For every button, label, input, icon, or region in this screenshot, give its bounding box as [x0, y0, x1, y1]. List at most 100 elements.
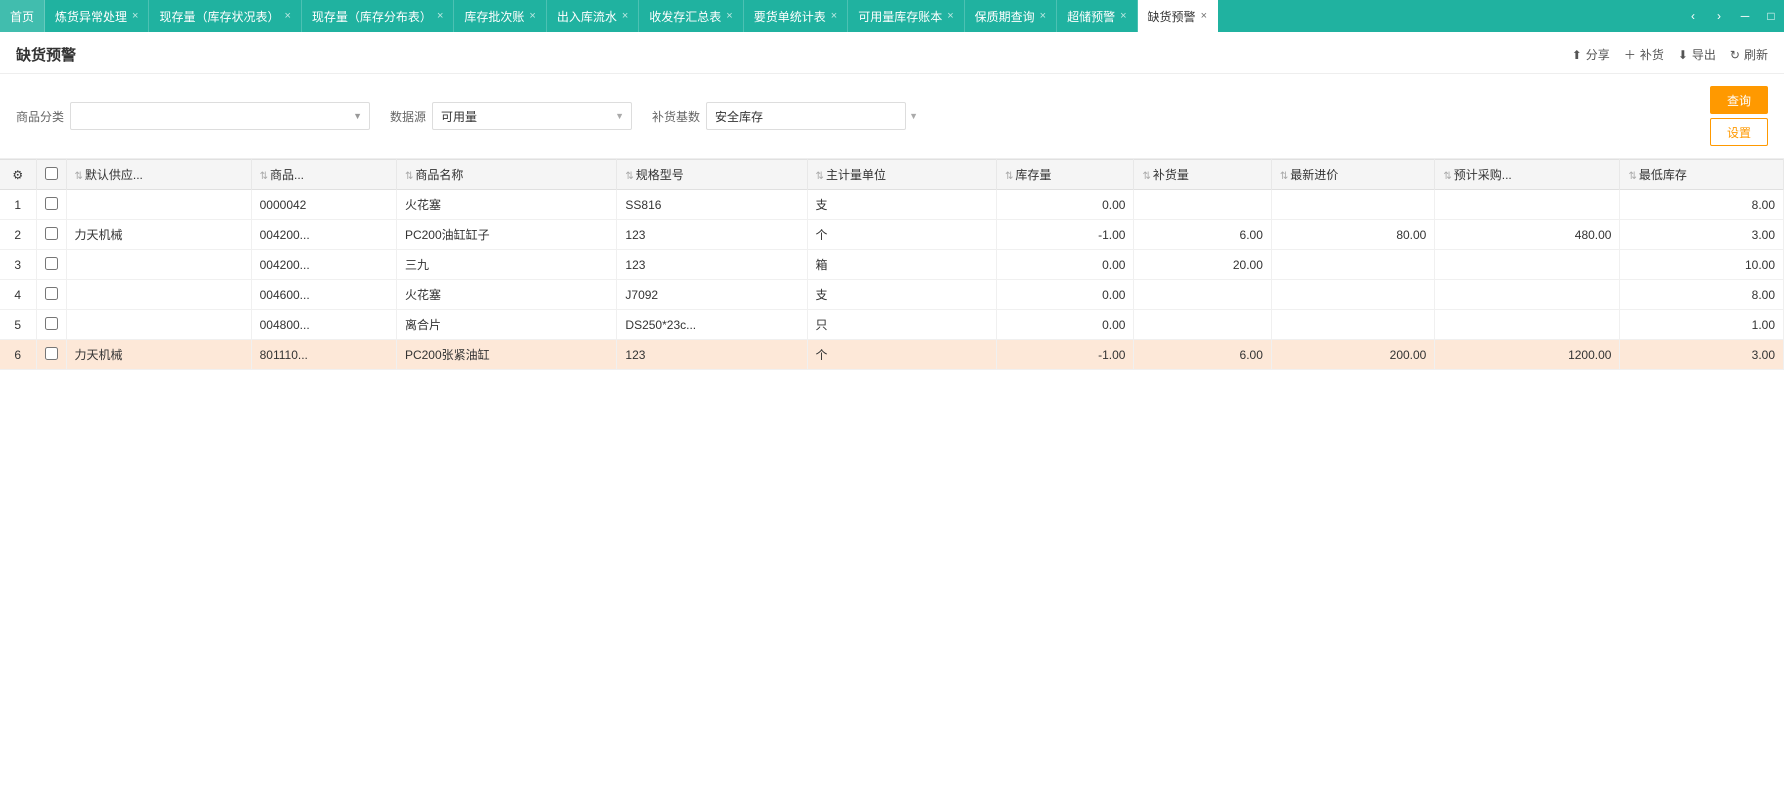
row-checkbox[interactable] [45, 287, 58, 300]
cell-stock: 0.00 [997, 310, 1134, 340]
cell-check [36, 310, 66, 340]
settings-button[interactable]: 设置 [1710, 118, 1768, 146]
cell-code: 0000042 [251, 190, 396, 220]
tab-exception[interactable]: 炼货异常处理× [45, 0, 149, 32]
sort-icon-supplier: ⇅ [75, 171, 83, 182]
tab-close-inventory-dist[interactable]: × [437, 10, 443, 22]
replenish-base-arrow-icon: ▼ [909, 111, 918, 121]
export-action[interactable]: ⬇ 导出 [1678, 46, 1716, 63]
tab-shortage[interactable]: 缺货预警 × [1138, 0, 1218, 32]
cell-est-purchase [1435, 250, 1620, 280]
tab-label-inventory-status: 现存量（库存状况表） [159, 8, 279, 25]
cell-stock: -1.00 [997, 340, 1134, 370]
row-checkbox[interactable] [45, 227, 58, 240]
tab-close-inventory-status[interactable]: × [284, 10, 290, 22]
cell-spec: SS816 [617, 190, 807, 220]
tab-close-shortage[interactable]: × [1201, 10, 1207, 22]
cell-code: 004200... [251, 250, 396, 280]
tab-inventory-dist[interactable]: 现存量（库存分布表）× [302, 0, 454, 32]
row-checkbox[interactable] [45, 197, 58, 210]
cell-unit: 支 [807, 190, 996, 220]
tab-next-button[interactable]: › [1706, 0, 1732, 32]
tab-available[interactable]: 可用量库存账本× [848, 0, 964, 32]
table-header: ⚙ ⇅默认供应... ⇅商品... ⇅商品名称 ⇅规格型号 [0, 160, 1784, 190]
col-est-purchase[interactable]: ⇅预计采购... [1435, 160, 1620, 190]
col-min-stock[interactable]: ⇅最低库存 [1620, 160, 1784, 190]
replenish-base-value-wrap[interactable]: 安全库存 ▼ [706, 102, 926, 130]
category-select-wrap [70, 102, 370, 130]
cell-spec: J7092 [617, 280, 807, 310]
cell-latest-price [1271, 280, 1434, 310]
tab-label-expiry: 保质期查询 [975, 8, 1035, 25]
tab-expiry[interactable]: 保质期查询 × [965, 0, 1057, 32]
tab-overstock[interactable]: 超储预警× [1057, 0, 1137, 32]
tab-prev-button[interactable]: ‹ [1680, 0, 1706, 32]
tab-order-stat[interactable]: 要货单统计表 × [744, 0, 848, 32]
datasource-arrow-icon: ▼ [615, 111, 624, 121]
cell-supplier [66, 280, 251, 310]
cell-check [36, 280, 66, 310]
col-replenish[interactable]: ⇅补货量 [1134, 160, 1271, 190]
col-unit[interactable]: ⇅主计量单位 [807, 160, 996, 190]
tab-close-exception[interactable]: × [132, 10, 138, 22]
row-checkbox[interactable] [45, 347, 58, 360]
sort-icon-min-stock: ⇅ [1628, 171, 1636, 182]
select-all-checkbox[interactable] [45, 167, 58, 180]
cell-min-stock: 10.00 [1620, 250, 1784, 280]
tab-inout-flow[interactable]: 出入库流水× [547, 0, 639, 32]
cell-index: 4 [0, 280, 36, 310]
tab-collection[interactable]: 收发存汇总表× [639, 0, 743, 32]
maximize-button[interactable]: □ [1758, 0, 1784, 32]
share-action[interactable]: ⬆ 分享 [1572, 46, 1610, 63]
category-select[interactable] [70, 102, 370, 130]
tab-close-overstock[interactable]: × [1120, 10, 1126, 22]
minimize-button[interactable]: ─ [1732, 0, 1758, 32]
query-button[interactable]: 查询 [1710, 86, 1768, 114]
tab-close-batch[interactable]: × [529, 10, 535, 22]
table-row: 10000042火花塞SS816支0.008.00 [0, 190, 1784, 220]
tab-close-collection[interactable]: × [726, 10, 732, 22]
col-supplier[interactable]: ⇅默认供应... [66, 160, 251, 190]
tab-close-order-stat[interactable]: × [831, 10, 837, 22]
cell-latest-price [1271, 310, 1434, 340]
col-stock[interactable]: ⇅库存量 [997, 160, 1134, 190]
datasource-value-wrap[interactable]: 可用量 ▼ [432, 102, 632, 130]
page-header: 缺货预警 ⬆ 分享 ＋ 补货 ⬇ 导出 ↻ 刷新 [0, 32, 1784, 74]
cell-supplier [66, 190, 251, 220]
cell-unit: 个 [807, 340, 996, 370]
export-icon: ⬇ [1678, 48, 1688, 62]
tab-close-inout-flow[interactable]: × [622, 10, 628, 22]
col-latest-price[interactable]: ⇅最新进价 [1271, 160, 1434, 190]
table-row: 3004200...三九123箱0.0020.0010.00 [0, 250, 1784, 280]
col-settings[interactable]: ⚙ [0, 160, 36, 190]
cell-check [36, 340, 66, 370]
col-code[interactable]: ⇅商品... [251, 160, 396, 190]
row-checkbox[interactable] [45, 257, 58, 270]
tab-inventory-status[interactable]: 现存量（库存状况表） × [149, 0, 301, 32]
datasource-filter-group: 数据源 可用量 ▼ [390, 102, 632, 130]
replenish-base-filter-group: 补货基数 安全库存 ▼ [652, 102, 926, 130]
tab-label-home: 首页 [10, 8, 34, 25]
data-table: ⚙ ⇅默认供应... ⇅商品... ⇅商品名称 ⇅规格型号 [0, 159, 1784, 370]
cell-unit: 只 [807, 310, 996, 340]
tab-home[interactable]: 首页 [0, 0, 45, 32]
replenish-action[interactable]: ＋ 补货 [1624, 46, 1664, 63]
col-spec[interactable]: ⇅规格型号 [617, 160, 807, 190]
tab-batch[interactable]: 库存批次账× [454, 0, 546, 32]
cell-replenish: 6.00 [1134, 220, 1271, 250]
refresh-action[interactable]: ↻ 刷新 [1730, 46, 1768, 63]
tab-label-order-stat: 要货单统计表 [754, 8, 826, 25]
cell-spec: 123 [617, 340, 807, 370]
table-row: 6力天机械801110...PC200张紧油缸123个-1.006.00200.… [0, 340, 1784, 370]
sort-icon-replenish: ⇅ [1142, 171, 1150, 182]
cell-stock: 0.00 [997, 190, 1134, 220]
tab-close-available[interactable]: × [947, 10, 953, 22]
tab-close-expiry[interactable]: × [1040, 10, 1046, 22]
category-filter-group: 商品分类 [16, 102, 370, 130]
cell-name: 三九 [396, 250, 616, 280]
row-checkbox[interactable] [45, 317, 58, 330]
tab-label-shortage: 缺货预警 [1148, 8, 1196, 25]
col-name[interactable]: ⇅商品名称 [396, 160, 616, 190]
sort-icon-stock: ⇅ [1005, 171, 1013, 182]
cell-unit: 支 [807, 280, 996, 310]
